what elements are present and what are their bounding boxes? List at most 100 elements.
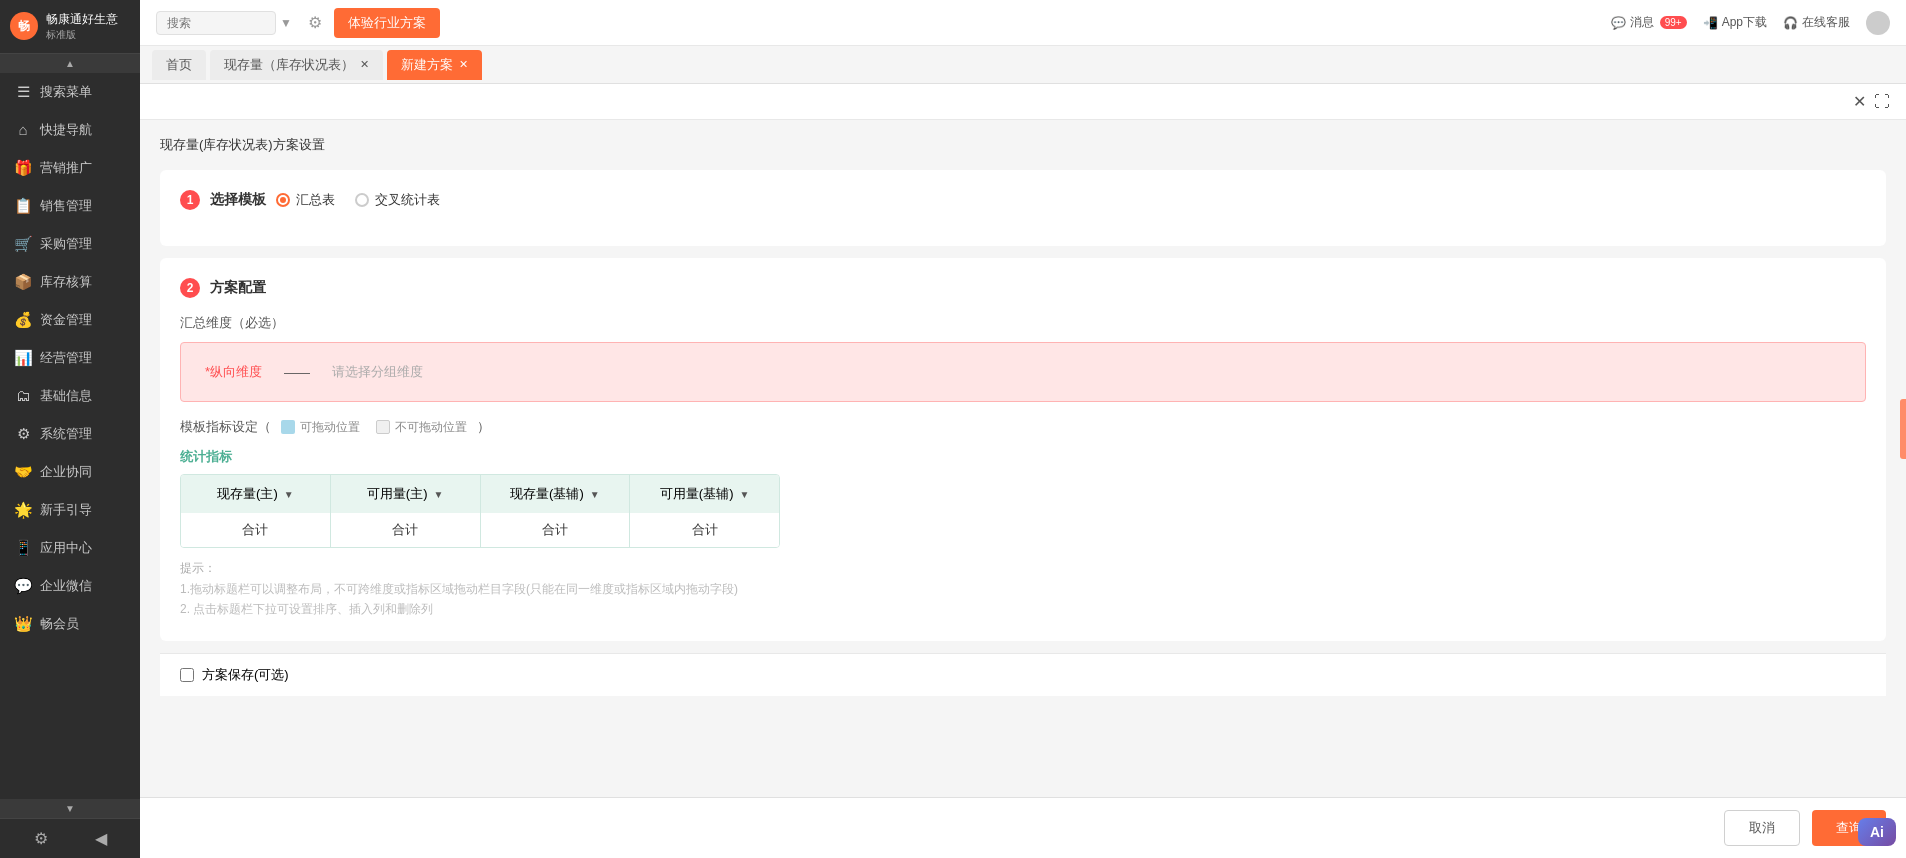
sidebar: 畅 畅康通好生意 标准版 ▲ ☰ 搜索菜单 ⌂ 快捷导航 🎁 营销推广 📋 销售… [0,0,140,858]
sidebar-item-quick-nav[interactable]: ⌂ 快捷导航 [0,111,140,149]
member-icon: 👑 [14,615,32,633]
search-chevron-icon[interactable]: ▼ [280,16,292,30]
dimension-dash: —— [284,365,310,380]
footer-buttons: 取消 查询 [140,797,1906,858]
sidebar-brand: 畅康通好生意 标准版 [46,12,118,41]
step1-header: 1 选择模板 汇总表 交叉统计表 [180,190,1866,210]
settings-button[interactable]: ⚙ [34,829,48,848]
enterprise-icon: 🤝 [14,463,32,481]
content-area: 现存量(库存状况表)方案设置 1 选择模板 汇总表 交叉统计表 [140,120,1906,797]
wechat-icon: 💬 [14,577,32,595]
tips-section: 提示： 1.拖动标题栏可以调整布局，不可跨维度或指标区域拖动栏目字段(只能在同一… [180,560,1866,618]
tab-new-plan[interactable]: 新建方案 ✕ [387,50,482,80]
step2-title: 方案配置 [210,279,266,297]
system-icon: ⚙ [14,425,32,443]
sidebar-scroll-up[interactable]: ▲ [0,54,140,73]
sidebar-item-purchase[interactable]: 🛒 采购管理 [0,225,140,263]
panel-close-icon[interactable]: ✕ [1853,92,1866,111]
dimension-box[interactable]: *纵向维度 —— 请选择分组维度 [180,342,1866,402]
dimension-placeholder: 请选择分组维度 [332,363,423,381]
sidebar-item-system[interactable]: ⚙ 系统管理 [0,415,140,453]
stats-body-col-2: 合计 [481,513,631,547]
search-menu-icon: ☰ [14,83,32,101]
sidebar-item-inventory[interactable]: 📦 库存核算 [0,263,140,301]
col0-chevron-icon[interactable]: ▼ [284,489,294,500]
basic-icon: 🗂 [14,387,32,404]
panel-controls: ✕ ⛶ [140,84,1906,120]
messages-button[interactable]: 💬 消息 99+ [1611,14,1687,31]
sidebar-item-enterprise[interactable]: 🤝 企业协同 [0,453,140,491]
stats-body-col-1: 合计 [331,513,481,547]
newbie-icon: 🌟 [14,501,32,519]
panel-expand-icon[interactable]: ⛶ [1874,93,1890,111]
tip-item-0: 1.拖动标题栏可以调整布局，不可跨维度或指标区域拖动栏目字段(只能在同一维度或指… [180,581,1866,598]
stats-body-col-3: 合计 [630,513,779,547]
stats-body-col-0: 合计 [181,513,331,547]
tab-home[interactable]: 首页 [152,50,206,80]
quick-nav-icon: ⌂ [14,121,32,138]
app-download-icon: 📲 [1703,16,1718,30]
sidebar-item-basic[interactable]: 🗂 基础信息 [0,377,140,415]
collapse-button[interactable]: ◀ [95,829,107,848]
save-section: 方案保存(可选) [160,653,1886,696]
col3-chevron-icon[interactable]: ▼ [740,489,750,500]
finance-icon: 💰 [14,311,32,329]
sidebar-logo: 畅 [10,12,38,40]
legend-draggable: 可拖动位置 [281,419,360,436]
indicator-label: 模板指标设定（ 可拖动位置 不可拖动位置 ） [180,418,1866,436]
col1-chevron-icon[interactable]: ▼ [434,489,444,500]
legend-fixed: 不可拖动位置 [376,419,467,436]
tab-inventory-close-icon[interactable]: ✕ [360,58,369,71]
message-icon: 💬 [1611,16,1626,30]
sidebar-item-finance[interactable]: 💰 资金管理 [0,301,140,339]
sidebar-item-search-menu[interactable]: ☰ 搜索菜单 [0,73,140,111]
stats-col-header-3[interactable]: 可用量(基辅) ▼ [630,475,779,513]
headset-icon: 🎧 [1783,16,1798,30]
stats-label: 统计指标 [180,448,1866,466]
user-avatar[interactable] [1866,11,1890,35]
stats-col-header-0[interactable]: 现存量(主) ▼ [181,475,331,513]
app-download-button[interactable]: 📲 App下载 [1703,14,1767,31]
template-radio-group: 汇总表 交叉统计表 [276,191,440,209]
tabbar: 首页 现存量（库存状况表） ✕ 新建方案 ✕ [140,46,1906,84]
save-checkbox[interactable] [180,668,194,682]
resize-handle[interactable] [1900,399,1906,459]
sidebar-nav: ☰ 搜索菜单 ⌂ 快捷导航 🎁 营销推广 📋 销售管理 🛒 采购管理 📦 库存核… [0,73,140,799]
marketing-icon: 🎁 [14,159,32,177]
sidebar-item-marketing[interactable]: 🎁 营销推广 [0,149,140,187]
trial-industry-button[interactable]: 体验行业方案 [334,8,440,38]
tab-new-plan-close-icon[interactable]: ✕ [459,58,468,71]
inventory-icon: 📦 [14,273,32,291]
sales-icon: 📋 [14,197,32,215]
indicator-legend: 可拖动位置 不可拖动位置 [281,419,467,436]
topbar-right: 💬 消息 99+ 📲 App下载 🎧 在线客服 [1611,11,1890,35]
radio-cross-dot [355,193,369,207]
sidebar-item-app[interactable]: 📱 应用中心 [0,529,140,567]
sidebar-item-operation[interactable]: 📊 经营管理 [0,339,140,377]
stats-col-header-1[interactable]: 可用量(主) ▼ [331,475,481,513]
sidebar-item-member[interactable]: 👑 畅会员 [0,605,140,643]
stats-col-header-2[interactable]: 现存量(基辅) ▼ [481,475,631,513]
ai-badge[interactable]: Ai [1858,818,1896,846]
topbar-gear-icon[interactable]: ⚙ [308,13,322,32]
sidebar-scroll-down[interactable]: ▼ [0,799,140,818]
sidebar-item-newbie[interactable]: 🌟 新手引导 [0,491,140,529]
operation-icon: 📊 [14,349,32,367]
customer-service-button[interactable]: 🎧 在线客服 [1783,14,1850,31]
col2-chevron-icon[interactable]: ▼ [590,489,600,500]
tab-inventory-status[interactable]: 现存量（库存状况表） ✕ [210,50,383,80]
sidebar-item-wechat[interactable]: 💬 企业微信 [0,567,140,605]
search-input[interactable] [156,11,276,35]
radio-summary[interactable]: 汇总表 [276,191,335,209]
stats-table-body: 合计 合计 合计 合计 [181,513,779,547]
step1-title: 选择模板 [210,191,266,209]
app-icon: 📱 [14,539,32,557]
messages-badge: 99+ [1660,16,1687,29]
sidebar-item-sales[interactable]: 📋 销售管理 [0,187,140,225]
step1-badge: 1 [180,190,200,210]
radio-cross[interactable]: 交叉统计表 [355,191,440,209]
indicator-config: 模板指标设定（ 可拖动位置 不可拖动位置 ） [180,418,1866,436]
cancel-button[interactable]: 取消 [1724,810,1800,846]
tips-title: 提示： [180,560,1866,577]
sidebar-footer: ⚙ ◀ [0,818,140,858]
